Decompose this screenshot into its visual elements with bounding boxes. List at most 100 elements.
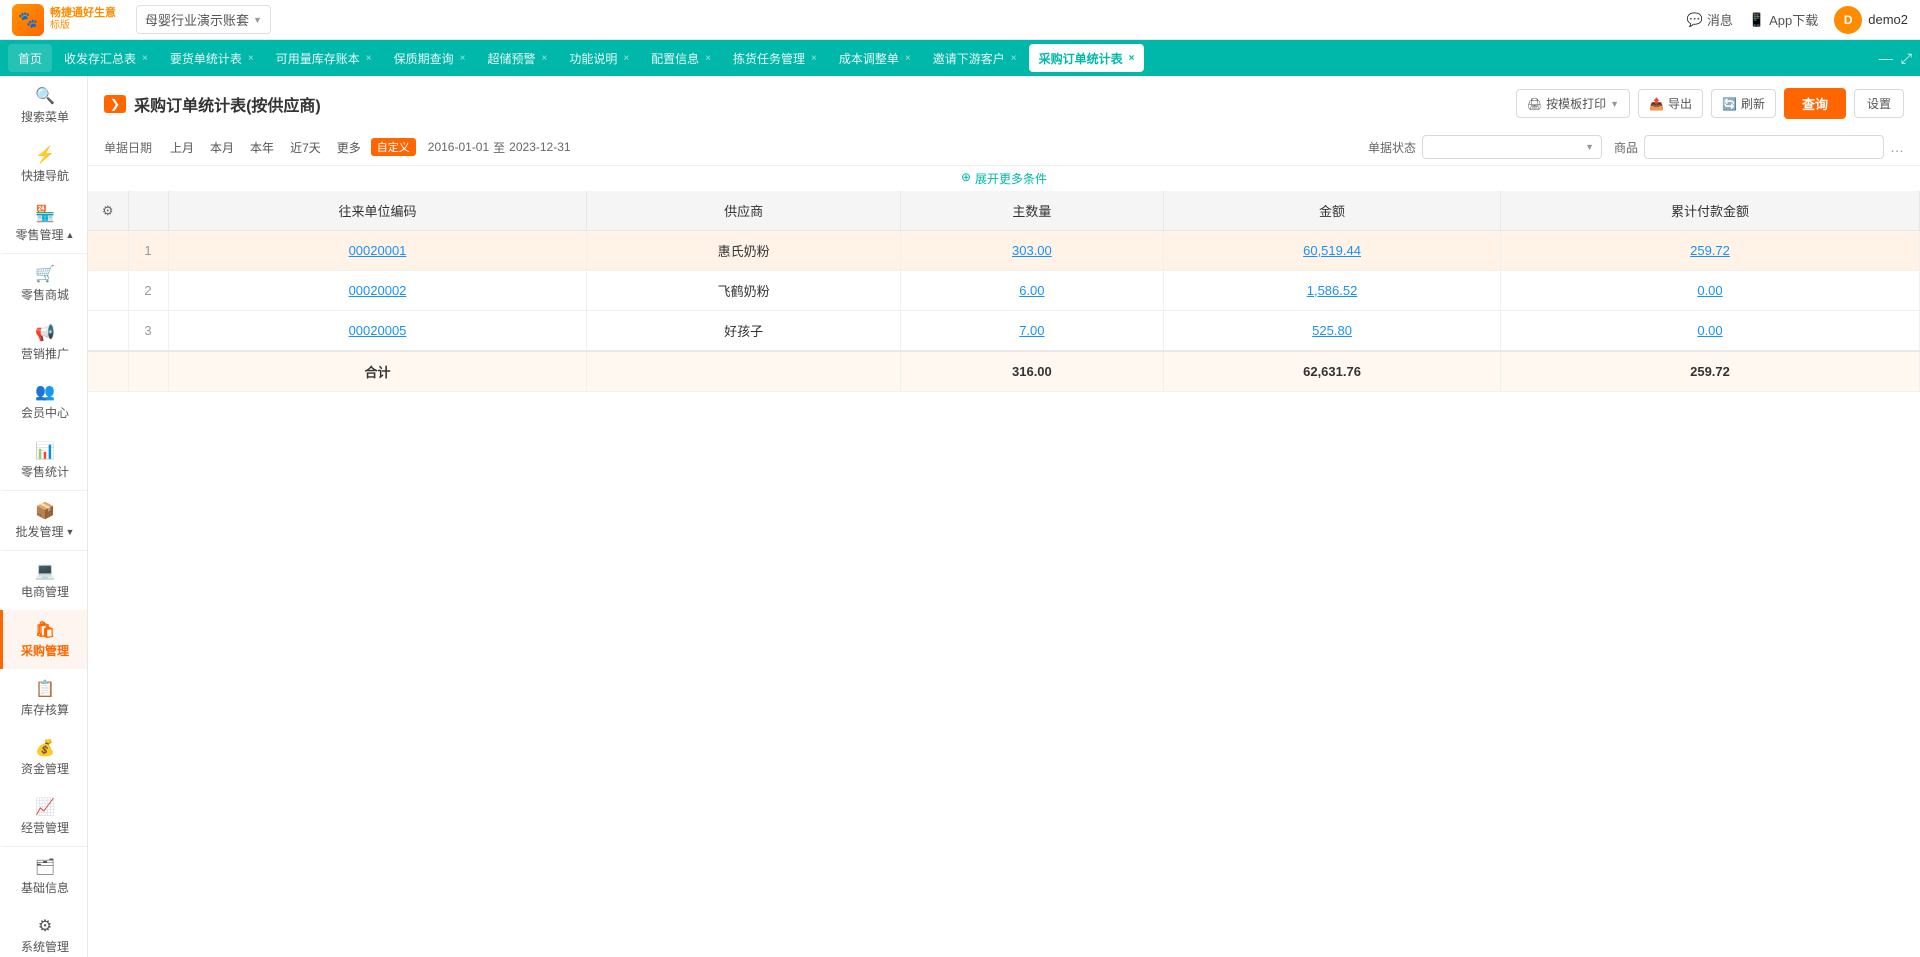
sidebar-item-pifaguanli[interactable]: 📦 批发管理 ▼ — [0, 491, 87, 551]
date-shortcut-this-year[interactable]: 本年 — [244, 137, 280, 158]
col-qty-header: 主数量 — [900, 191, 1163, 231]
row-index-cell: 3 — [128, 311, 168, 352]
tab-baozhi[interactable]: 保质期查询 × — [384, 44, 476, 72]
print-button[interactable]: 🖨 按模板打印 ▼ — [1516, 89, 1630, 118]
sidebar-item-jichu[interactable]: 🗂 基础信息 — [0, 847, 87, 906]
settings-button[interactable]: 设置 — [1854, 89, 1904, 118]
tab-chaochuyujing[interactable]: 超储预警 × — [477, 44, 557, 72]
tab-chengben[interactable]: 成本调整单 × — [829, 44, 921, 72]
row-paid[interactable]: 259.72 — [1501, 231, 1920, 271]
table-row: 1 00020001 惠氏奶粉 303.00 60,519.44 259.72 — [88, 231, 1920, 271]
tab-close-icon[interactable]: × — [811, 53, 817, 64]
row-supplier-code[interactable]: 00020001 — [168, 231, 587, 271]
collapse-arrow[interactable]: ❯ — [104, 95, 126, 113]
tab-keyongliang[interactable]: 可用量库存账本 × — [266, 44, 382, 72]
tab-peizhi[interactable]: 配置信息 × — [641, 44, 721, 72]
col-settings-header[interactable]: ⚙ — [88, 191, 128, 231]
row-supplier-name: 好孩子 — [587, 311, 900, 352]
phone-icon: 📱 — [1749, 12, 1765, 28]
print-icon: 🖨 — [1527, 97, 1542, 111]
expand-more-row[interactable]: ⊕ 展开更多条件 — [88, 165, 1920, 191]
row-qty[interactable]: 7.00 — [900, 311, 1163, 352]
goods-more-icon[interactable]: … — [1890, 139, 1904, 155]
tab-yaoqing[interactable]: 邀请下游客户 × — [923, 44, 1027, 72]
print-chevron-icon: ▼ — [1610, 99, 1619, 109]
sidebar-item-shangcheng[interactable]: 🛒 零售商城 — [0, 254, 87, 313]
sidebar-item-search[interactable]: 🔍 搜索菜单 — [0, 76, 87, 135]
row-supplier-code[interactable]: 00020005 — [168, 311, 587, 352]
date-shortcut-last-month[interactable]: 上月 — [164, 137, 200, 158]
date-shortcut-7days[interactable]: 近7天 — [284, 137, 327, 158]
date-shortcut-more[interactable]: 更多 — [331, 137, 367, 158]
retail-icon: 🏪 — [35, 204, 55, 224]
row-index-cell: 2 — [128, 271, 168, 311]
footer-paid-cell: 259.72 — [1501, 351, 1920, 392]
table-area: ⚙ 往来单位编码 供应商 主数量 金额 累计付款金额 1 000200 — [88, 191, 1920, 957]
expand-chevron-icon: ⊕ — [961, 170, 971, 187]
user-avatar[interactable]: d demo2 — [1834, 6, 1908, 34]
row-amount[interactable]: 525.80 — [1164, 311, 1501, 352]
tab-close-icon[interactable]: × — [460, 53, 466, 64]
tab-close-icon[interactable]: × — [1011, 53, 1017, 64]
tab-close-icon[interactable]: × — [705, 53, 711, 64]
tab-minimize-icon[interactable]: — — [1879, 50, 1893, 66]
sidebar-item-jinying[interactable]: 📈 经营管理 — [0, 787, 87, 847]
goods-filter-label: 商品 — [1614, 139, 1638, 156]
row-qty[interactable]: 303.00 — [900, 231, 1163, 271]
export-button[interactable]: 📤 导出 — [1638, 89, 1703, 118]
tab-close-icon[interactable]: × — [623, 53, 629, 64]
tab-close-icon[interactable]: × — [541, 53, 547, 64]
sidebar-item-lingshoututji[interactable]: 📊 零售统计 — [0, 431, 87, 491]
sidebar-item-dianshang[interactable]: 💻 电商管理 — [0, 551, 87, 610]
custom-date-tag: 自定义 — [371, 138, 416, 156]
finance-icon: 💰 — [35, 738, 55, 758]
page-title: 采购订单统计表(按供应商) — [134, 92, 321, 116]
footer-settings-cell — [88, 351, 128, 392]
row-amount[interactable]: 60,519.44 — [1164, 231, 1501, 271]
query-button[interactable]: 查询 — [1784, 88, 1846, 119]
goods-filter-input[interactable] — [1644, 135, 1884, 159]
footer-index-cell — [128, 351, 168, 392]
message-button[interactable]: 💬 消息 — [1687, 10, 1733, 29]
sidebar-item-quicknav[interactable]: ⚡ 快捷导航 — [0, 135, 87, 194]
row-paid[interactable]: 0.00 — [1501, 311, 1920, 352]
table-row: 2 00020002 飞鹤奶粉 6.00 1,586.52 0.00 — [88, 271, 1920, 311]
sidebar-item-caigou[interactable]: 🛍 采购管理 — [0, 610, 87, 669]
date-shortcut-this-month[interactable]: 本月 — [204, 137, 240, 158]
sidebar-item-xitong[interactable]: ⚙ 系统管理 — [0, 906, 87, 957]
sidebar-item-kucun[interactable]: 📋 库存核算 — [0, 669, 87, 728]
row-qty[interactable]: 6.00 — [900, 271, 1163, 311]
tab-close-icon[interactable]: × — [142, 53, 148, 64]
date-from: 2016-01-01 — [428, 140, 489, 154]
tab-caigoudingdan-active[interactable]: 采购订单统计表 × — [1029, 44, 1145, 72]
tab-home[interactable]: 首页 — [8, 44, 52, 72]
export-icon: 📤 — [1649, 97, 1664, 111]
refresh-button[interactable]: 🔄 刷新 — [1711, 89, 1776, 118]
refresh-icon: 🔄 — [1722, 97, 1737, 111]
row-settings-cell — [88, 271, 128, 311]
tab-close-active-icon[interactable]: × — [1129, 53, 1135, 64]
app-download-button[interactable]: 📱 App下载 — [1749, 10, 1818, 29]
col-settings-icon: ⚙ — [102, 203, 114, 218]
tab-close-icon[interactable]: × — [248, 53, 254, 64]
row-amount[interactable]: 1,586.52 — [1164, 271, 1501, 311]
sidebar-item-huiyuan[interactable]: 👥 会员中心 — [0, 372, 87, 431]
marketing-icon: 📢 — [35, 323, 55, 343]
tab-maximize-icon[interactable]: ⤢ — [1901, 50, 1912, 67]
row-paid[interactable]: 0.00 — [1501, 271, 1920, 311]
sidebar-item-lingshou[interactable]: 🏪 零售管理 ▲ — [0, 194, 87, 254]
tab-paihuorenwu[interactable]: 拣货任务管理 × — [723, 44, 827, 72]
tab-yaohuodantongji[interactable]: 要货单统计表 × — [160, 44, 264, 72]
sidebar-item-zijin[interactable]: 💰 资金管理 — [0, 728, 87, 787]
status-filter-label: 单据状态 — [1368, 139, 1416, 156]
workspace-selector[interactable]: 母婴行业演示账套 ▼ — [136, 5, 271, 34]
row-supplier-code[interactable]: 00020002 — [168, 271, 587, 311]
sidebar-item-yingxiao[interactable]: 📢 营销推广 — [0, 313, 87, 372]
tab-shoufahuizong[interactable]: 收发存汇总表 × — [54, 44, 158, 72]
tab-gongneng[interactable]: 功能说明 × — [559, 44, 639, 72]
tab-close-icon[interactable]: × — [905, 53, 911, 64]
status-select[interactable] — [1422, 135, 1602, 159]
tab-close-icon[interactable]: × — [366, 53, 372, 64]
row-settings-cell — [88, 231, 128, 271]
workspace-chevron-icon: ▼ — [253, 15, 262, 25]
